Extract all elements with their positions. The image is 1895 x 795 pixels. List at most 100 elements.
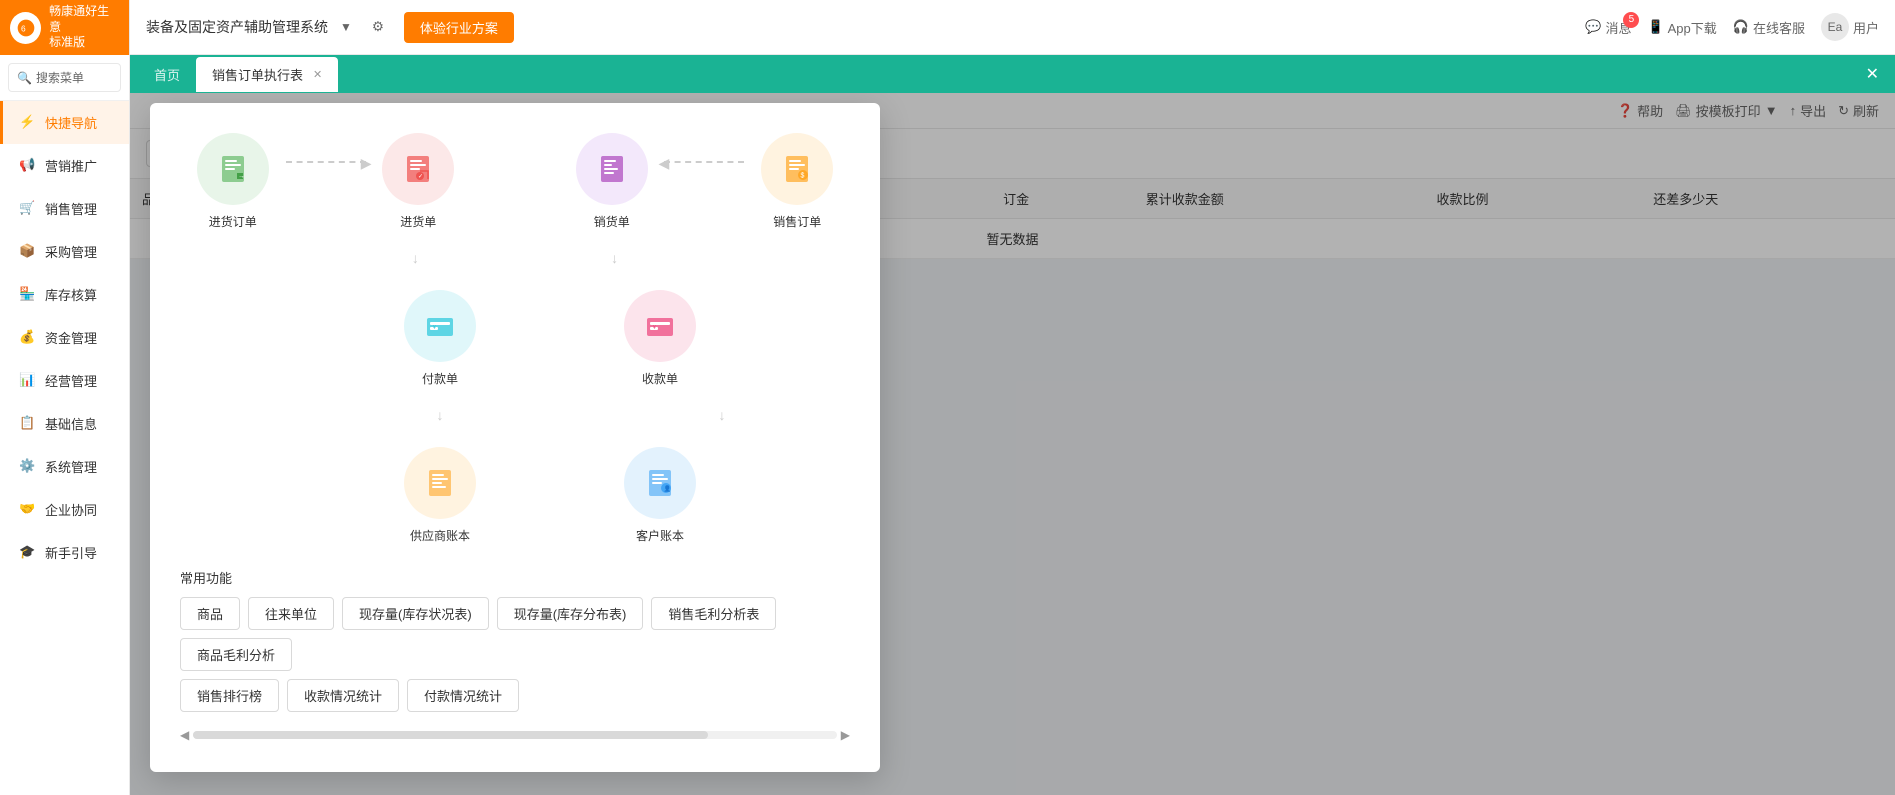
svg-text:✓: ✓ <box>418 174 423 180</box>
func-buttons-row-1: 商品 往来单位 现存量(库存状况表) 现存量(库存分布表) 销售毛利分析表 商品… <box>180 597 850 671</box>
payment-bill-circle: ¥ <box>404 290 476 362</box>
tab-bar-close-button[interactable]: ✕ <box>1858 64 1887 84</box>
try-solution-button[interactable]: 体验行业方案 <box>404 12 514 43</box>
svg-text:¥: ¥ <box>653 325 656 331</box>
sidebar-item-basic-info[interactable]: 📋 基础信息 <box>0 402 129 445</box>
flow-item-sales-order[interactable]: $ 销售订单 <box>744 133 850 230</box>
svg-text:6: 6 <box>21 23 26 33</box>
search-icon: 🔍 <box>17 71 32 85</box>
logo-icon: 6 <box>10 12 41 44</box>
settings-button[interactable]: ⚙ <box>364 13 392 41</box>
supplier-ledger-circle <box>404 447 476 519</box>
svg-text:$: $ <box>801 173 805 180</box>
sidebar-logo: 6 畅康通好生意 标准版 <box>0 0 129 55</box>
flow-row-1: → 进货订单 ▶ <box>180 133 850 230</box>
service-icon: 🎧 <box>1733 19 1749 35</box>
quick-nav-icon: ⚡ <box>19 114 37 132</box>
down-arrow-payment: ↓ <box>380 407 500 423</box>
down-arrow-purchase-bill: ↓ <box>361 250 470 266</box>
svg-text:→: → <box>238 173 245 180</box>
func-buttons-row-2: 销售排行榜 收款情况统计 付款情况统计 <box>180 679 850 712</box>
func-btn-sales-margin[interactable]: 销售毛利分析表 <box>651 597 776 630</box>
purchase-bill-circle: ✓ <box>382 133 454 205</box>
modal-scrollbar-row: ◀ ▶ <box>180 728 850 742</box>
sidebar: 6 畅康通好生意 标准版 🔍 搜索菜单 ⚡ 快捷导航 📢 营销推广 🛒 <box>0 0 130 795</box>
flow-diagram: → 进货订单 ▶ <box>180 133 850 544</box>
func-btn-sales-ranking[interactable]: 销售排行榜 <box>180 679 279 712</box>
sidebar-search-area: 🔍 搜索菜单 <box>0 55 129 101</box>
sidebar-nav: ⚡ 快捷导航 📢 营销推广 🛒 销售管理 📦 采购管理 🏪 库存核算 💰 <box>0 101 129 795</box>
app-title: 装备及固定资产辅助管理系统 <box>146 17 328 37</box>
flow-item-receipt-bill[interactable]: ¥ 收款单 <box>600 290 720 387</box>
header-right: 💬 消息 5 📱 App下载 🎧 在线客服 Ea 用户 <box>1585 13 1879 41</box>
sidebar-item-quick-nav[interactable]: ⚡ 快捷导航 <box>0 101 129 144</box>
sidebar-item-purchase[interactable]: 📦 采购管理 <box>0 230 129 273</box>
message-icon: 💬 <box>1585 19 1601 35</box>
func-btn-product-margin[interactable]: 商品毛利分析 <box>180 638 292 671</box>
func-btn-inventory-dist[interactable]: 现存量(库存分布表) <box>497 597 644 630</box>
receipt-bill-circle: ¥ <box>624 290 696 362</box>
logo-text: 畅康通好生意 标准版 <box>49 4 119 51</box>
page-area: ❓ 帮助 🖨 按模板打印 ▼ ↑ 导出 ↻ 刷新 <box>130 93 1895 795</box>
sidebar-item-inventory[interactable]: 🏪 库存核算 <box>0 273 129 316</box>
sidebar-item-operations[interactable]: 📊 经营管理 <box>0 359 129 402</box>
purchase-order-circle: → <box>197 133 269 205</box>
finance-icon: 💰 <box>19 329 37 347</box>
scroll-left-icon[interactable]: ◀ <box>180 728 189 742</box>
search-menu-button[interactable]: 🔍 搜索菜单 <box>8 63 121 92</box>
tab-sales-order-exec[interactable]: 销售订单执行表 ✕ <box>196 57 338 92</box>
inventory-icon: 🏪 <box>19 286 37 304</box>
main-content: 装备及固定资产辅助管理系统 ▼ ⚙ 体验行业方案 💬 消息 5 📱 App下载 … <box>130 0 1895 795</box>
func-btn-payment-stats[interactable]: 付款情况统计 <box>407 679 519 712</box>
purchase-icon: 📦 <box>19 243 37 261</box>
func-btn-partner[interactable]: 往来单位 <box>248 597 334 630</box>
scrollbar-track[interactable] <box>193 731 837 739</box>
func-btn-product[interactable]: 商品 <box>180 597 240 630</box>
tab-bar: 首页 销售订单执行表 ✕ ✕ <box>130 55 1895 93</box>
sales-icon: 🛒 <box>19 200 37 218</box>
download-icon: 📱 <box>1647 19 1663 35</box>
arrow-sales-order-to-bill: ◀ <box>664 171 744 193</box>
down-arrow-sales-bill: ↓ <box>560 250 669 266</box>
func-btn-inventory-status[interactable]: 现存量(库存状况表) <box>342 597 489 630</box>
common-functions-section: 常用功能 商品 往来单位 现存量(库存状况表) 现存量(库存分布表) 销售毛利分… <box>180 568 850 712</box>
flow-row-2: ¥ 付款单 <box>180 290 850 387</box>
sidebar-item-marketing[interactable]: 📢 营销推广 <box>0 144 129 187</box>
flow-item-purchase-bill[interactable]: ✓ 进货单 <box>366 133 472 230</box>
flow-item-sales-bill[interactable]: 销货单 <box>559 133 665 230</box>
cooperation-icon: 🤝 <box>19 501 37 519</box>
online-service-button[interactable]: 🎧 在线客服 <box>1733 18 1805 37</box>
message-badge: 5 <box>1623 12 1639 28</box>
scroll-right-icon[interactable]: ▶ <box>841 728 850 742</box>
tab-home[interactable]: 首页 <box>138 57 196 92</box>
customer-ledger-circle: 👤 <box>624 447 696 519</box>
sidebar-item-cooperation[interactable]: 🤝 企业协同 <box>0 488 129 531</box>
flow-item-supplier-ledger[interactable]: 供应商账本 <box>380 447 500 544</box>
sales-order-circle: $ <box>761 133 833 205</box>
connector-row-1: ↓ ↓ <box>180 250 850 270</box>
top-header: 装备及固定资产辅助管理系统 ▼ ⚙ 体验行业方案 💬 消息 5 📱 App下载 … <box>130 0 1895 55</box>
app-download-button[interactable]: 📱 App下载 <box>1647 18 1716 37</box>
sidebar-item-sales[interactable]: 🛒 销售管理 <box>0 187 129 230</box>
common-funcs-title: 常用功能 <box>180 568 850 587</box>
flow-item-purchase-order[interactable]: → 进货订单 <box>180 133 286 230</box>
system-icon: ⚙️ <box>19 458 37 476</box>
operations-icon: 📊 <box>19 372 37 390</box>
flow-row-3: 供应商账本 <box>180 447 850 544</box>
tab-close-button[interactable]: ✕ <box>313 68 322 81</box>
scrollbar-thumb <box>193 731 708 739</box>
sidebar-item-system[interactable]: ⚙️ 系统管理 <box>0 445 129 488</box>
func-btn-receipt-stats[interactable]: 收款情况统计 <box>287 679 399 712</box>
sidebar-item-finance[interactable]: 💰 资金管理 <box>0 316 129 359</box>
user-avatar: Ea <box>1821 13 1849 41</box>
user-menu[interactable]: Ea 用户 <box>1821 13 1879 41</box>
marketing-icon: 📢 <box>19 157 37 175</box>
flow-item-payment-bill[interactable]: ¥ 付款单 <box>380 290 500 387</box>
modal-overlay[interactable]: → 进货订单 ▶ <box>130 93 1895 795</box>
message-button[interactable]: 💬 消息 5 <box>1585 18 1631 37</box>
flow-item-customer-ledger[interactable]: 👤 客户账本 <box>600 447 720 544</box>
sidebar-item-newbie[interactable]: 🎓 新手引导 <box>0 531 129 574</box>
newbie-icon: 🎓 <box>19 544 37 562</box>
svg-text:¥: ¥ <box>433 325 436 331</box>
dropdown-button[interactable]: ▼ <box>340 20 352 34</box>
